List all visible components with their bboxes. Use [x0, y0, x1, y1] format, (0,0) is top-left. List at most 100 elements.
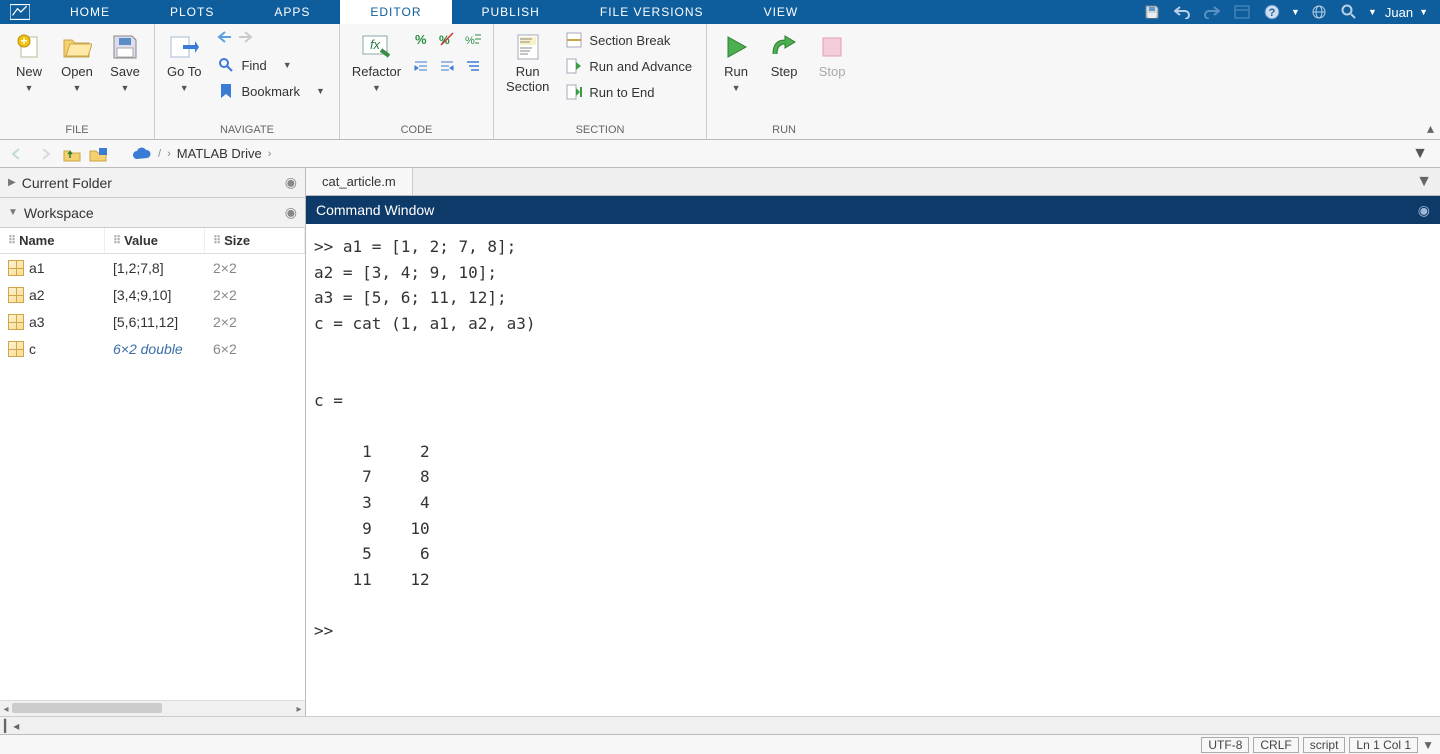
current-folder-header[interactable]: ▶ Current Folder ◉ [0, 168, 305, 198]
menubar: HOME PLOTS APPS EDITOR PUBLISH FILE VERS… [0, 0, 1440, 24]
tab-editor[interactable]: EDITOR [340, 0, 451, 24]
chevron-right-icon: › [268, 148, 272, 160]
nav-forward-icon[interactable] [237, 30, 253, 49]
outdent-icon[interactable] [437, 56, 459, 78]
gear-icon[interactable]: ◉ [285, 174, 297, 191]
home-folder-icon[interactable] [88, 144, 108, 164]
workspace-hscrollbar[interactable]: ◂ ▸ [0, 700, 305, 716]
find-button[interactable]: Find ▼ [211, 53, 330, 77]
tab-plots[interactable]: PLOTS [140, 0, 244, 24]
status-eol[interactable]: CRLF [1253, 737, 1298, 753]
indent-icon[interactable] [411, 56, 433, 78]
gear-icon[interactable]: ◉ [1418, 202, 1430, 219]
collapse-right-icon: ▶ [8, 177, 16, 188]
refactor-button[interactable]: fx Refactor ▼ [348, 28, 405, 97]
help-icon[interactable]: ? [1261, 1, 1283, 23]
run-section-icon [512, 32, 544, 62]
back-button[interactable] [6, 144, 28, 164]
chevron-down-icon: ▼ [372, 83, 381, 93]
bookmark-button[interactable]: Bookmark ▼ [211, 79, 330, 103]
workspace-variable-row[interactable]: a3 [5,6;11,12] 2×2 [0, 308, 305, 335]
search-icon[interactable] [1338, 1, 1360, 23]
help-dropdown[interactable]: ▼ [1291, 7, 1300, 17]
col-value[interactable]: ⠿Value [105, 228, 205, 253]
statusbar: UTF-8 CRLF script Ln 1 Col 1 ▼ [0, 734, 1440, 754]
section-section: Run Section Section Break Run and Advanc… [494, 24, 707, 139]
globe-icon[interactable] [1308, 1, 1330, 23]
address-dropdown[interactable]: ▼ [1412, 145, 1434, 163]
svg-text:%: % [439, 33, 450, 47]
save-button[interactable]: Save ▼ [104, 28, 146, 97]
col-name[interactable]: ⠿Name [0, 228, 105, 253]
nav-back-icon[interactable] [217, 30, 233, 49]
minimize-toolstrip-icon[interactable]: ▴ [1427, 120, 1434, 137]
chevron-down-icon: ▼ [732, 83, 741, 93]
crumb-root-icon[interactable]: / [158, 148, 161, 160]
tab-publish[interactable]: PUBLISH [452, 0, 570, 24]
run-to-end-button[interactable]: Run to End [559, 80, 698, 104]
layout-icon[interactable] [1231, 1, 1253, 23]
section-file: + New ▼ Open ▼ Save ▼ FILE [0, 24, 155, 139]
save-disk-icon[interactable] [1141, 1, 1163, 23]
play-icon [720, 32, 752, 62]
user-menu[interactable]: Juan ▼ [1385, 5, 1428, 20]
run-button[interactable]: Run ▼ [715, 28, 757, 97]
step-button[interactable]: Step [763, 28, 805, 83]
menubar-tabs: HOME PLOTS APPS EDITOR PUBLISH FILE VERS… [40, 0, 828, 24]
editor-tabs-dropdown[interactable]: ▼ [1408, 168, 1440, 195]
folder-open-icon [61, 32, 93, 62]
prev-tab-icon[interactable]: ▎◂ [4, 719, 19, 733]
cloud-icon[interactable] [132, 144, 152, 164]
command-window-header: Command Window ◉ [306, 196, 1440, 224]
chevron-down-icon: ▼ [73, 83, 82, 93]
status-filetype[interactable]: script [1303, 737, 1346, 753]
chevron-down-icon: ▼ [316, 86, 325, 96]
open-button[interactable]: Open ▼ [56, 28, 98, 97]
redo-icon[interactable] [1201, 1, 1223, 23]
goto-icon [168, 32, 200, 62]
tab-file-versions[interactable]: FILE VERSIONS [570, 0, 734, 24]
refactor-icon: fx [360, 32, 392, 62]
new-file-icon: + [13, 32, 45, 62]
goto-button[interactable]: Go To ▼ [163, 28, 205, 97]
chevron-down-icon: ▼ [283, 60, 292, 70]
col-size[interactable]: ⠿Size [205, 228, 305, 253]
run-and-advance-button[interactable]: Run and Advance [559, 54, 698, 78]
workspace-variable-row[interactable]: a2 [3,4;9,10] 2×2 [0, 281, 305, 308]
search-dropdown[interactable]: ▼ [1368, 7, 1377, 17]
user-name: Juan [1385, 5, 1413, 20]
tab-home[interactable]: HOME [40, 0, 140, 24]
variable-icon [8, 260, 24, 276]
status-dropdown[interactable]: ▼ [1422, 738, 1434, 752]
step-icon [768, 32, 800, 62]
editor-tabs: cat_article.m ▼ [306, 168, 1440, 196]
command-window-body[interactable]: >> a1 = [1, 2; 7, 8]; a2 = [3, 4; 9, 10]… [306, 224, 1440, 716]
run-section-button[interactable]: Run Section [502, 28, 553, 98]
breadcrumb-item[interactable]: MATLAB Drive [177, 146, 262, 161]
section-break-button[interactable]: Section Break [559, 28, 698, 52]
up-folder-icon[interactable] [62, 144, 82, 164]
workspace-variable-row[interactable]: c 6×2 double 6×2 [0, 335, 305, 362]
gear-icon[interactable]: ◉ [285, 204, 297, 221]
svg-text:fx: fx [370, 37, 381, 52]
wrap-comment-icon[interactable]: % [463, 28, 485, 50]
uncomment-icon[interactable]: % [437, 28, 459, 50]
workspace-header[interactable]: ▼ Workspace ◉ [0, 198, 305, 228]
user-dropdown-icon: ▼ [1419, 7, 1428, 17]
new-button[interactable]: + New ▼ [8, 28, 50, 97]
status-encoding[interactable]: UTF-8 [1201, 737, 1249, 753]
forward-button[interactable] [34, 144, 56, 164]
comment-icon[interactable]: % [411, 28, 433, 50]
status-cursor-pos[interactable]: Ln 1 Col 1 [1349, 737, 1418, 753]
workspace-variable-row[interactable]: a1 [1,2;7,8] 2×2 [0, 254, 305, 281]
section-code: fx Refactor ▼ % % % CODE [340, 24, 494, 139]
bookmark-icon [217, 82, 235, 100]
bottom-tab-nav: ▎◂ [0, 716, 1440, 734]
svg-text:%: % [415, 32, 427, 47]
tab-view[interactable]: VIEW [734, 0, 829, 24]
smart-indent-icon[interactable] [463, 56, 485, 78]
editor-file-tab[interactable]: cat_article.m [306, 168, 413, 195]
tab-apps[interactable]: APPS [244, 0, 340, 24]
stop-button[interactable]: Stop [811, 28, 853, 83]
undo-icon[interactable] [1171, 1, 1193, 23]
